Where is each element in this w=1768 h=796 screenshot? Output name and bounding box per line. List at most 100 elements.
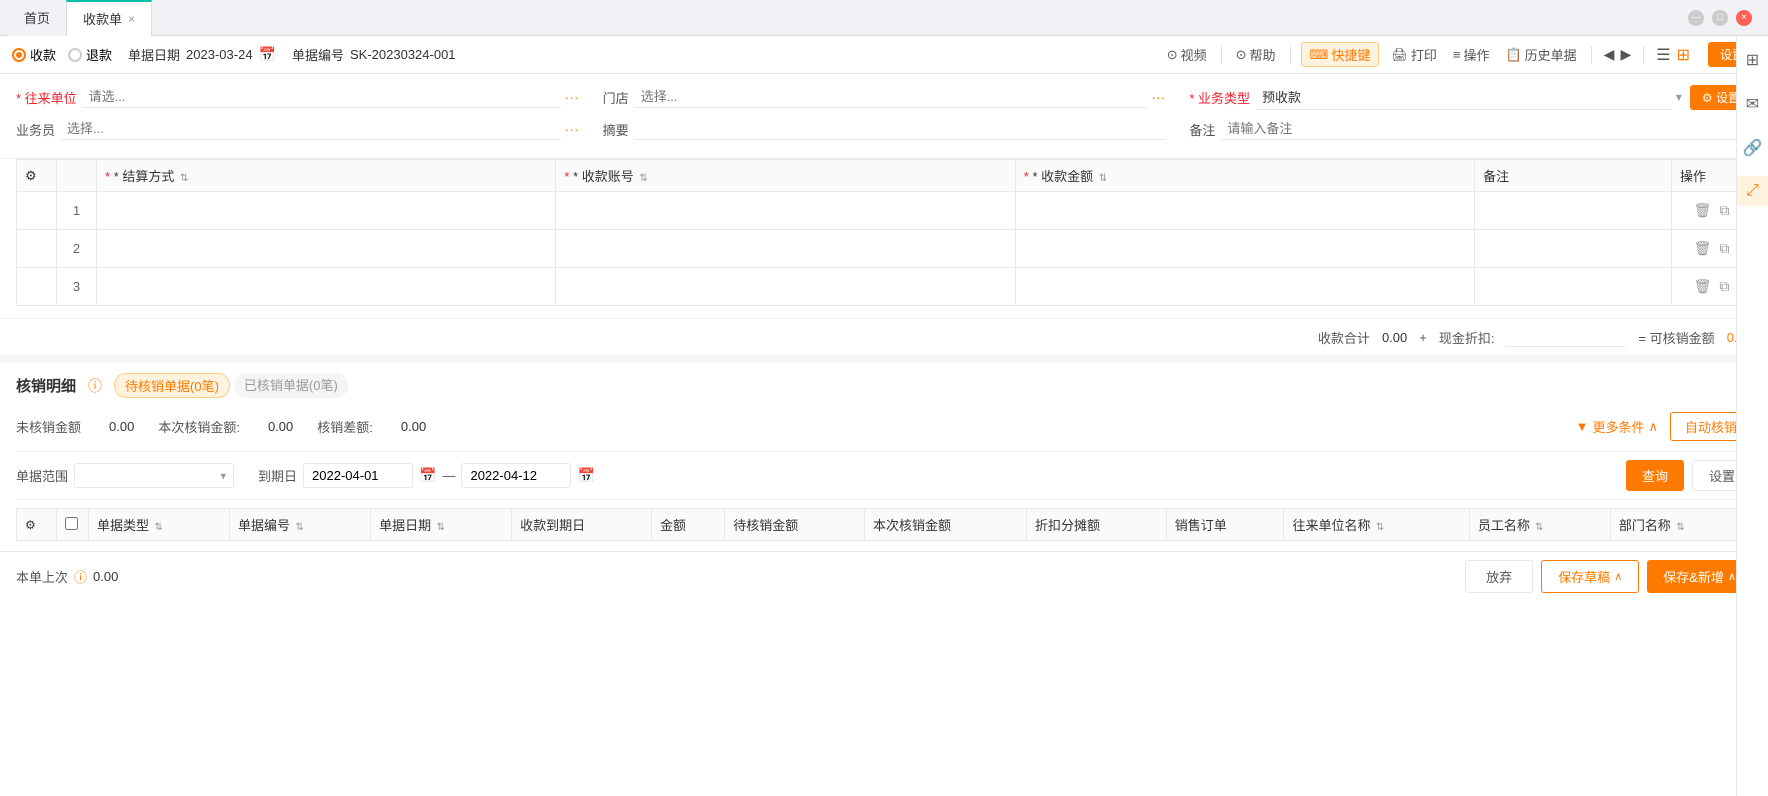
range-select[interactable] (74, 463, 234, 488)
more-conditions-btn[interactable]: ▼ 更多条件 ∧ (1576, 417, 1658, 436)
th-gear[interactable]: ⚙ (17, 160, 57, 192)
minimize-button[interactable]: — (1688, 10, 1704, 26)
td-account-1[interactable] (556, 192, 1015, 230)
table-row: 1 🗑 ⧉ (17, 192, 1752, 230)
delete-row-3-icon[interactable]: 🗑 (1694, 278, 1712, 295)
close-button[interactable]: × (1736, 10, 1752, 26)
date-calendar-icon[interactable]: 📅 (259, 46, 276, 63)
partner-input[interactable] (83, 86, 561, 108)
td-remark-2[interactable] (1475, 230, 1672, 268)
query-button[interactable]: 查询 (1626, 460, 1684, 491)
grid-view-icon[interactable]: ⊞ (1675, 45, 1692, 65)
this-cancel-label: 本次核销金额: (158, 417, 240, 436)
tab-close-icon[interactable]: × (128, 12, 135, 26)
remark-input[interactable] (1221, 118, 1752, 140)
td-settlement-1[interactable] (97, 192, 556, 230)
summary-input[interactable] (635, 118, 1166, 140)
business-type-select-wrap: 预收款 ▾ (1256, 84, 1682, 110)
date-start-calendar-icon[interactable]: 📅 (419, 467, 436, 484)
td-amount-2[interactable] (1015, 230, 1474, 268)
number-label: 单据编号 (292, 45, 344, 64)
footer-order-value: 0.00 (93, 569, 118, 584)
td-amount-1[interactable] (1015, 192, 1474, 230)
history-button[interactable]: 📋 历史单据 (1501, 45, 1580, 64)
tab-receipt-label: 收款单 (83, 9, 122, 28)
radio-receipt-label: 收款 (30, 45, 56, 64)
help-button[interactable]: ⊙ 帮助 (1232, 45, 1280, 64)
td-remark-3[interactable] (1475, 268, 1672, 306)
discard-button[interactable]: 放弃 (1465, 560, 1533, 593)
wo-th-date: 单据日期 ⇅ (371, 509, 512, 541)
salesperson-more-icon[interactable]: ··· (565, 121, 579, 137)
store-more-icon[interactable]: ··· (1151, 89, 1165, 105)
td-remark-1[interactable] (1475, 192, 1672, 230)
plus-sign: + (1419, 330, 1427, 345)
td-num-2: 2 (57, 230, 97, 268)
select-all-checkbox[interactable] (65, 517, 78, 530)
tab-home[interactable]: 首页 (8, 0, 66, 36)
prev-arrow[interactable]: ◀ (1602, 46, 1617, 63)
divider4 (1643, 46, 1644, 64)
print-button[interactable]: 🖨 打印 (1387, 45, 1441, 64)
td-settlement-2[interactable] (97, 230, 556, 268)
copy-row-3-icon[interactable]: ⧉ (1719, 278, 1729, 295)
help-label: 帮助 (1250, 45, 1276, 64)
sidebar-table-icon[interactable]: ⊞ (1746, 44, 1759, 76)
wo-th-gear[interactable]: ⚙ (17, 509, 57, 541)
divider1 (1221, 46, 1222, 64)
stats-row: 未核销金额 0.00 本次核销金额: 0.00 核销差额: 0.00 ▼ 更多条… (16, 406, 1752, 447)
delete-row-1-icon[interactable]: 🗑 (1694, 202, 1712, 219)
pending-tab[interactable]: 待核销单据(0笔) (114, 373, 230, 398)
save-new-arrow-icon: ∧ (1728, 570, 1736, 583)
save-draft-button[interactable]: 保存草稿 ∧ (1541, 560, 1639, 593)
footer-order-label: 本单上次 (16, 567, 68, 586)
partner-more-icon[interactable]: ··· (565, 89, 579, 105)
main-content: 收款 退款 单据日期 2023-03-24 📅 单据编号 SK-20230324… (0, 36, 1768, 796)
salesperson-label: 业务员 (16, 120, 55, 139)
shortcut-button[interactable]: ⌨ 快捷键 (1301, 42, 1380, 67)
date-end-input[interactable] (461, 463, 571, 488)
sidebar-mail-icon[interactable]: ✉ (1746, 88, 1759, 120)
table-row: 3 🗑 ⧉ (17, 268, 1752, 306)
td-settlement-3[interactable] (97, 268, 556, 306)
wo-th-discount: 折扣分摊额 (1027, 509, 1167, 541)
radio-receipt[interactable]: 收款 (12, 45, 56, 64)
save-draft-label: 保存草稿 (1558, 567, 1610, 586)
writeoff-header: 核销明细 ⓘ 待核销单据(0笔) 已核销单据(0笔) (16, 373, 1752, 398)
radio-refund[interactable]: 退款 (68, 45, 112, 64)
maximize-button[interactable]: □ (1712, 10, 1728, 26)
store-input[interactable] (635, 86, 1148, 108)
td-account-2[interactable] (556, 230, 1015, 268)
date-end-calendar-icon[interactable]: 📅 (577, 467, 594, 484)
date-start-input[interactable] (303, 463, 413, 488)
date-separator: — (442, 468, 455, 483)
list-view-icon[interactable]: ☰ (1654, 45, 1672, 65)
view-toggle: ☰ ⊞ (1654, 45, 1692, 65)
business-type-dropdown-icon[interactable]: ▾ (1676, 90, 1682, 104)
video-button[interactable]: ⊙ 视频 (1163, 45, 1211, 64)
td-num-3: 3 (57, 268, 97, 306)
tab-home-label: 首页 (24, 8, 50, 27)
copy-row-2-icon[interactable]: ⧉ (1719, 240, 1729, 257)
td-amount-3[interactable] (1015, 268, 1474, 306)
copy-row-1-icon[interactable]: ⧉ (1719, 202, 1729, 219)
due-date-label: 到期日 (258, 466, 297, 485)
td-gear-2 (17, 230, 57, 268)
operation-button[interactable]: ≡ 操作 (1449, 45, 1494, 64)
salesperson-input[interactable] (61, 118, 561, 140)
tab-receipt[interactable]: 收款单 × (66, 0, 152, 36)
discount-input[interactable] (1506, 327, 1626, 347)
sidebar-expand-icon[interactable]: ⤢ (1737, 176, 1768, 206)
next-arrow[interactable]: ▶ (1618, 46, 1633, 63)
done-tab[interactable]: 已核销单据(0笔) (234, 373, 348, 398)
sidebar-attach-icon[interactable]: 🔗 (1743, 132, 1763, 164)
footer: 本单上次 ⓘ 0.00 放弃 保存草稿 ∧ 保存&新增 ∧ (0, 551, 1768, 601)
writeoff-info-icon[interactable]: ⓘ (88, 376, 102, 396)
shortcut-icon: ⌨ (1310, 47, 1329, 63)
shortcut-label: 快捷键 (1331, 45, 1370, 64)
number-value: SK-20230324-001 (350, 47, 456, 62)
delete-row-2-icon[interactable]: 🗑 (1694, 240, 1712, 257)
writeoff-section: 核销明细 ⓘ 待核销单据(0笔) 已核销单据(0笔) 未核销金额 0.00 本次… (0, 363, 1768, 551)
filter-actions: 查询 设置 (1626, 460, 1752, 491)
td-account-3[interactable] (556, 268, 1015, 306)
